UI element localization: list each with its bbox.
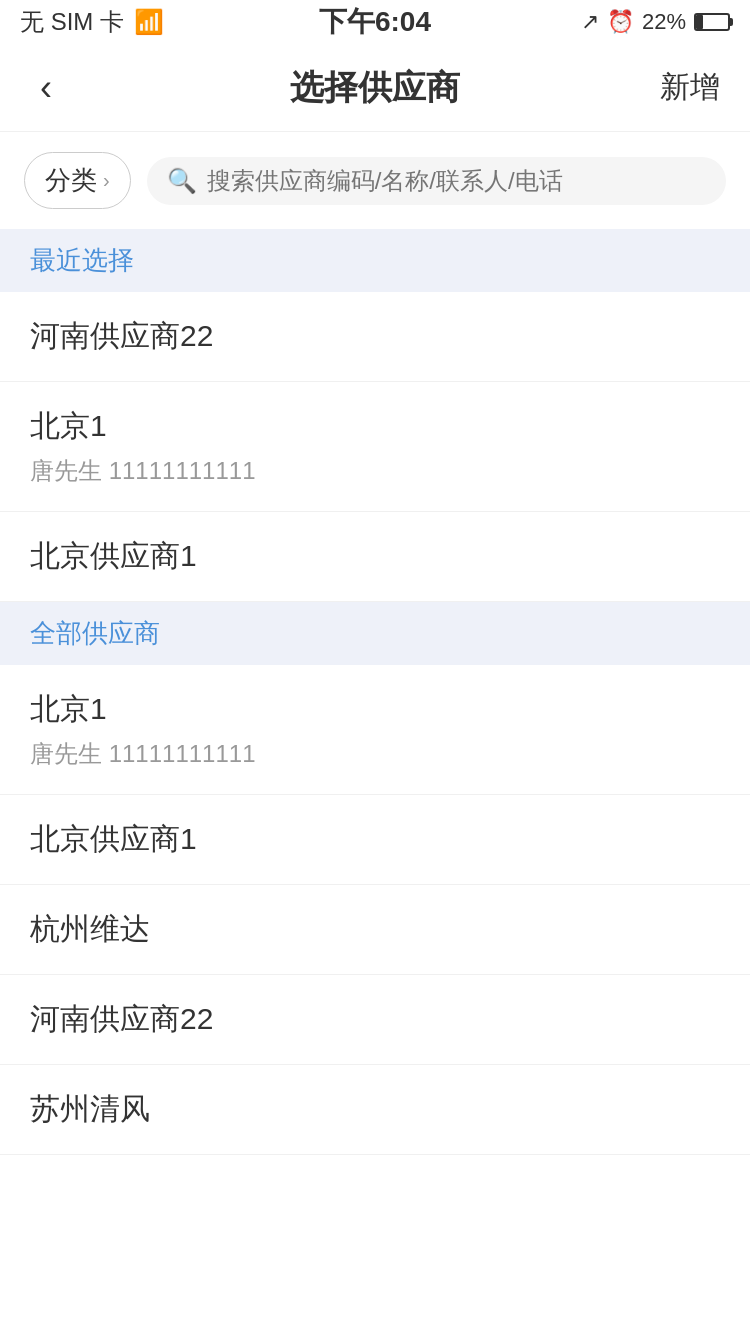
search-box: 🔍 <box>147 157 726 205</box>
add-button[interactable]: 新增 <box>660 67 720 108</box>
list-item[interactable]: 北京1 唐先生 11111111111 <box>0 382 750 512</box>
all-section-header: 全部供应商 <box>0 602 750 665</box>
battery-text: 22% <box>642 9 686 35</box>
category-label: 分类 <box>45 163 97 198</box>
location-icon: ↗ <box>581 9 599 35</box>
list-item[interactable]: 河南供应商22 <box>0 975 750 1065</box>
supplier-contact: 唐先生 11111111111 <box>30 738 720 770</box>
list-item[interactable]: 杭州维达 <box>0 885 750 975</box>
list-item[interactable]: 北京1 唐先生 11111111111 <box>0 665 750 795</box>
sim-text: 无 SIM 卡 <box>20 6 124 38</box>
category-filter-button[interactable]: 分类 › <box>24 152 131 209</box>
recent-list: 河南供应商22 北京1 唐先生 11111111111 北京供应商1 <box>0 292 750 602</box>
supplier-contact: 唐先生 11111111111 <box>30 455 720 487</box>
status-right: ↗ ⏰ 22% <box>581 9 730 35</box>
battery-icon <box>694 13 730 31</box>
supplier-name: 河南供应商22 <box>30 999 720 1040</box>
search-icon: 🔍 <box>167 167 197 195</box>
supplier-name: 北京供应商1 <box>30 536 720 577</box>
supplier-name: 苏州清风 <box>30 1089 720 1130</box>
list-item[interactable]: 北京供应商1 <box>0 512 750 602</box>
supplier-name: 北京1 <box>30 406 720 447</box>
recent-section-header: 最近选择 <box>0 229 750 292</box>
page-title: 选择供应商 <box>290 65 460 111</box>
chevron-right-icon: › <box>103 169 110 192</box>
supplier-name: 河南供应商22 <box>30 316 720 357</box>
filter-bar: 分类 › 🔍 <box>0 132 750 229</box>
wifi-icon: 📶 <box>134 8 164 36</box>
list-item[interactable]: 河南供应商22 <box>0 292 750 382</box>
status-time: 下午6:04 <box>319 3 431 41</box>
supplier-name: 北京供应商1 <box>30 819 720 860</box>
list-item[interactable]: 北京供应商1 <box>0 795 750 885</box>
supplier-name: 北京1 <box>30 689 720 730</box>
status-left: 无 SIM 卡 📶 <box>20 6 164 38</box>
all-list: 北京1 唐先生 11111111111 北京供应商1 杭州维达河南供应商22 苏州清风 <box>0 665 750 1155</box>
alarm-icon: ⏰ <box>607 9 634 35</box>
back-button[interactable]: ‹ <box>30 57 62 119</box>
list-item[interactable]: 苏州清风 <box>0 1065 750 1155</box>
nav-bar: ‹ 选择供应商 新增 <box>0 44 750 132</box>
search-input[interactable] <box>207 167 706 195</box>
status-bar: 无 SIM 卡 📶 下午6:04 ↗ ⏰ 22% <box>0 0 750 44</box>
supplier-name: 杭州维达 <box>30 909 720 950</box>
